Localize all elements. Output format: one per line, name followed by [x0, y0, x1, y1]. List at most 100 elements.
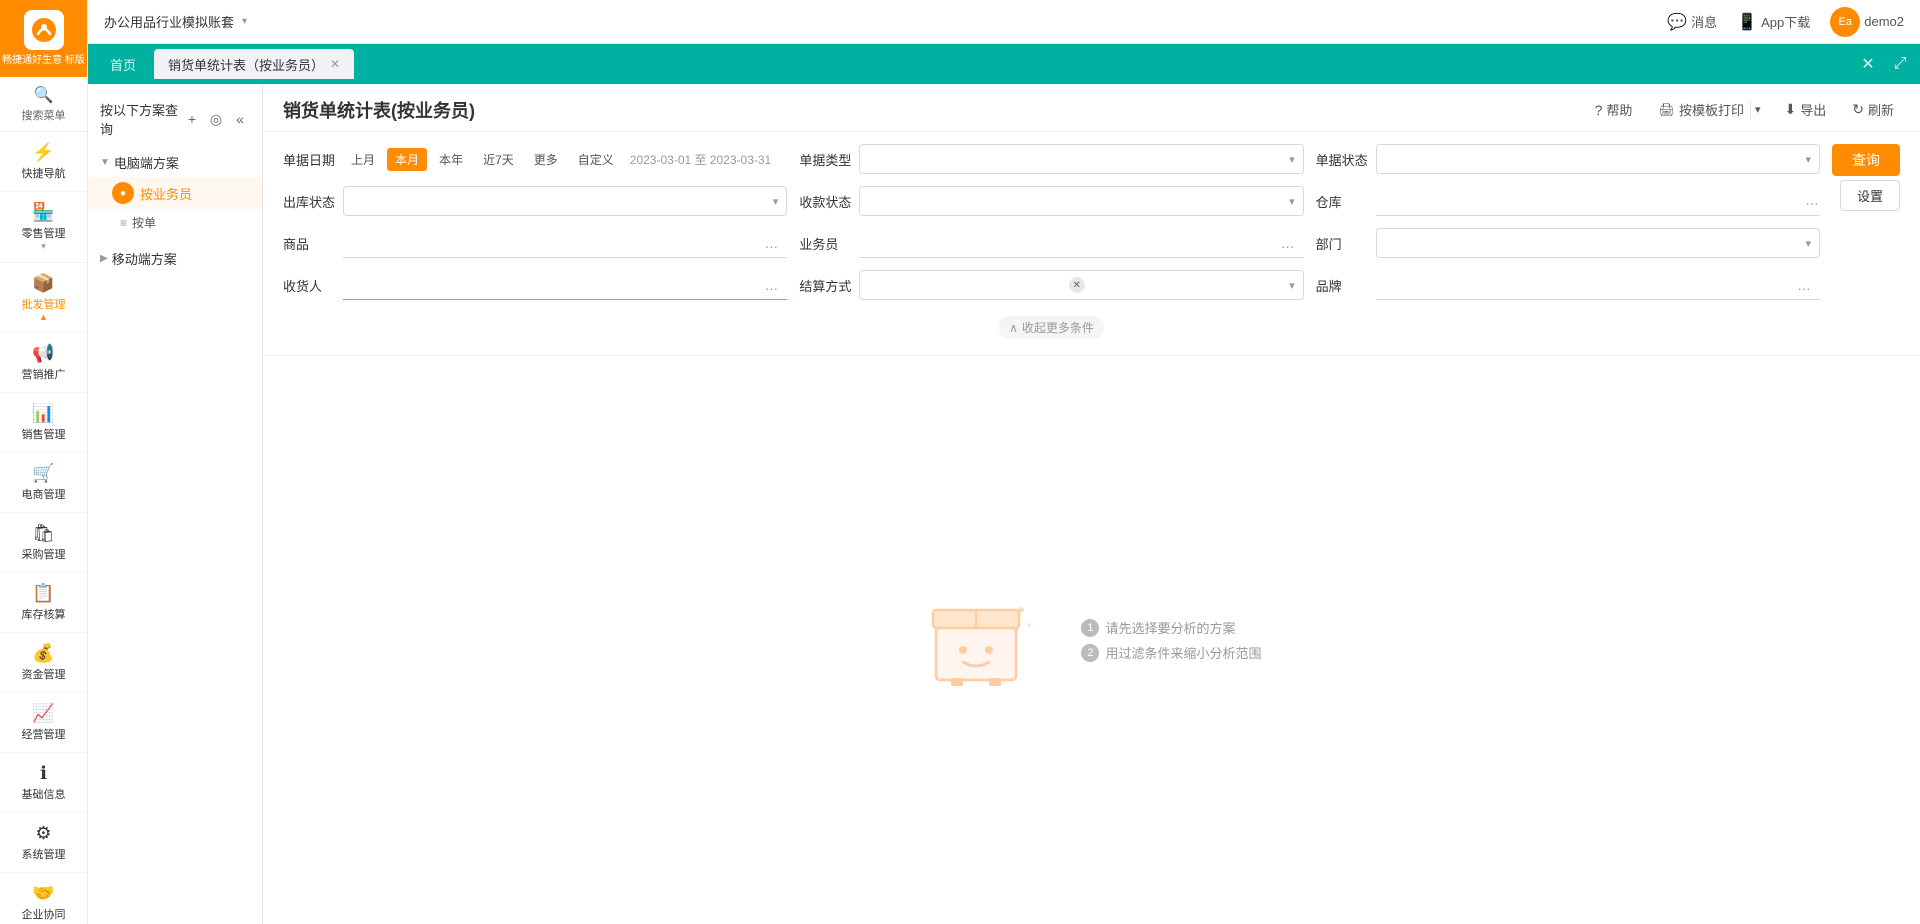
- settlement-arrow-icon: ▾: [1289, 279, 1295, 292]
- sidebar-item-collab[interactable]: 🤝 企业协同: [0, 873, 87, 924]
- collapse-button[interactable]: ∧ 收起更多条件: [999, 316, 1104, 339]
- page-title: 销货单统计表(按业务员): [283, 97, 475, 123]
- collab-icon: 🤝: [32, 883, 54, 904]
- tree-mobile-parent[interactable]: ▶ 移动端方案: [88, 244, 262, 273]
- sidebar-item-sales[interactable]: 📊 销售管理: [0, 393, 87, 453]
- filter-row-4: 收货人 … 结算方式 ✕: [283, 270, 1820, 300]
- basic-info-label: 基础信息: [22, 786, 66, 802]
- refresh-label: 刷新: [1868, 100, 1894, 119]
- export-button[interactable]: ⬇ 导出: [1779, 96, 1833, 123]
- query-button[interactable]: 查询: [1832, 144, 1900, 176]
- doc-status-select[interactable]: ▾: [1376, 144, 1820, 174]
- doc-type-label: 单据类型: [799, 150, 851, 169]
- sidebar-logo[interactable]: 畅捷通好生意 标版: [0, 0, 88, 77]
- app-download-icon: 📱: [1737, 12, 1757, 32]
- collab-label: 企业协同: [22, 906, 66, 922]
- message-button[interactable]: 💬 消息: [1667, 12, 1717, 32]
- date-btn-this-month[interactable]: 本月: [387, 148, 427, 171]
- empty-state: 1 请先选择要分析的方案 2 用过滤条件来缩小分析范围: [263, 356, 1920, 924]
- filter-area: 单据日期 上月 本月 本年 近7天 更多 自定义: [263, 132, 1920, 356]
- edit-scheme-button[interactable]: ◎: [206, 109, 226, 129]
- user-profile-button[interactable]: Ea demo2: [1830, 7, 1904, 37]
- date-btn-last-month[interactable]: 上月: [343, 148, 383, 171]
- topbar-left: 办公用品行业模拟账套 ▾: [104, 12, 247, 31]
- sidebar-item-retail[interactable]: 🏪 零售管理 ▾: [0, 192, 87, 263]
- payment-status-select[interactable]: ▾: [859, 186, 1303, 216]
- quick-nav-icon: ⚡: [32, 142, 54, 163]
- salesperson-dots-icon: …: [1281, 235, 1296, 251]
- tree-desktop-parent[interactable]: ▼ 电脑端方案: [88, 148, 262, 177]
- settlement-select[interactable]: ✕ ▾: [859, 270, 1303, 300]
- app-download-button[interactable]: 📱 App下载: [1737, 12, 1810, 32]
- search-icon: 🔍: [34, 85, 54, 105]
- refresh-button[interactable]: ↻ 刷新: [1846, 96, 1900, 123]
- dept-select[interactable]: ▾: [1376, 228, 1820, 258]
- doc-status-arrow-icon: ▾: [1805, 153, 1811, 166]
- collapse-panel-button[interactable]: «: [230, 109, 250, 129]
- sidebar-item-management[interactable]: 📈 经营管理: [0, 693, 87, 753]
- sidebar-item-system[interactable]: ⚙ 系统管理: [0, 813, 87, 873]
- tab-home[interactable]: 首页: [96, 49, 150, 79]
- quick-nav-label: 快捷导航: [22, 165, 66, 181]
- brand-dots-icon: …: [1797, 277, 1812, 293]
- export-icon: ⬇: [1785, 101, 1797, 118]
- left-panel-title: 按以下方案查询: [100, 100, 182, 138]
- help-icon: ?: [1595, 102, 1603, 118]
- user-avatar-text: Ea: [1839, 16, 1852, 28]
- sidebar-search[interactable]: 🔍 搜索菜单: [0, 77, 87, 132]
- sales-icon: 📊: [32, 403, 54, 424]
- page-actions: ? 帮助 🖨 按模板打印 ▾ ⬇ 导出: [1589, 96, 1900, 123]
- sidebar-item-finance[interactable]: 💰 资金管理: [0, 633, 87, 693]
- sidebar-item-purchase[interactable]: 🛍 采购管理: [0, 513, 87, 573]
- filter-salesperson: 业务员 …: [799, 228, 1303, 258]
- management-icon: 📈: [32, 703, 54, 724]
- tip-1-text: 请先选择要分析的方案: [1105, 618, 1235, 637]
- sidebar-item-quick-nav[interactable]: ⚡ 快捷导航: [0, 132, 87, 192]
- sidebar-item-inventory[interactable]: 📋 库存核算: [0, 573, 87, 633]
- logo-icon: [24, 10, 64, 50]
- consignee-label: 收货人: [283, 276, 335, 295]
- filter-brand: 品牌 …: [1316, 270, 1820, 300]
- basic-info-icon: ℹ: [40, 763, 47, 784]
- date-btn-more[interactable]: 更多: [526, 148, 566, 171]
- goods-select[interactable]: …: [343, 228, 787, 258]
- date-btn-7days[interactable]: 近7天: [475, 148, 522, 171]
- print-button[interactable]: 🖨 按模板打印: [1652, 96, 1750, 123]
- user-avatar: Ea: [1830, 7, 1860, 37]
- filter-payment-status: 收款状态 ▾: [799, 186, 1303, 216]
- tree-by-salesperson[interactable]: ● 按业务员: [88, 177, 262, 209]
- left-panel-header: 按以下方案查询 + ◎ «: [88, 94, 262, 144]
- brand-select[interactable]: …: [1376, 270, 1820, 300]
- content: 按以下方案查询 + ◎ « ▼ 电脑端方案 ● 按业务员 ≡ 按: [88, 84, 1920, 924]
- date-range-selector: 上月 本月 本年 近7天 更多 自定义 2023-03-01 至 2023-03…: [343, 148, 787, 171]
- tree-by-order[interactable]: ≡ 按单: [88, 209, 262, 236]
- help-button[interactable]: ? 帮助: [1589, 96, 1639, 123]
- filter-date: 单据日期 上月 本月 本年 近7天 更多 自定义: [283, 148, 787, 171]
- sidebar-item-wholesale[interactable]: 📦 批发管理 ▲: [0, 263, 87, 333]
- warehouse-select[interactable]: …: [1376, 186, 1820, 216]
- app-title-dropdown-icon[interactable]: ▾: [242, 16, 247, 27]
- settings-button[interactable]: 设置: [1840, 180, 1900, 211]
- tab-expand-button[interactable]: ⤢: [1888, 52, 1912, 76]
- add-scheme-button[interactable]: +: [182, 109, 202, 129]
- sidebar-item-basic-info[interactable]: ℹ 基础信息: [0, 753, 87, 813]
- tab-close-all-button[interactable]: ✕: [1856, 52, 1880, 76]
- settlement-clear-icon[interactable]: ✕: [1069, 277, 1085, 293]
- sidebar-item-marketing[interactable]: 📢 营销推广: [0, 333, 87, 393]
- sidebar-item-ecommerce[interactable]: 🛒 电商管理: [0, 453, 87, 513]
- tab-sales-stats[interactable]: 销货单统计表（按业务员） ✕: [154, 49, 354, 79]
- payment-status-label: 收款状态: [799, 192, 851, 211]
- date-btn-custom[interactable]: 自定义: [570, 148, 622, 171]
- doc-type-select[interactable]: ▾: [859, 144, 1303, 174]
- print-dropdown-button[interactable]: ▾: [1750, 99, 1765, 120]
- tip-2-num: 2: [1081, 644, 1099, 662]
- empty-tips: 1 请先选择要分析的方案 2 用过滤条件来缩小分析范围: [1081, 618, 1261, 662]
- salesperson-select[interactable]: …: [859, 228, 1303, 258]
- export-label: 导出: [1800, 100, 1826, 119]
- tree-group-mobile: ▶ 移动端方案: [88, 240, 262, 277]
- purchase-icon: 🛍: [32, 523, 55, 544]
- date-btn-this-year[interactable]: 本年: [431, 148, 471, 171]
- stock-status-select[interactable]: ▾: [343, 186, 787, 216]
- tab-sales-stats-close[interactable]: ✕: [330, 58, 340, 70]
- consignee-input[interactable]: …: [343, 270, 787, 300]
